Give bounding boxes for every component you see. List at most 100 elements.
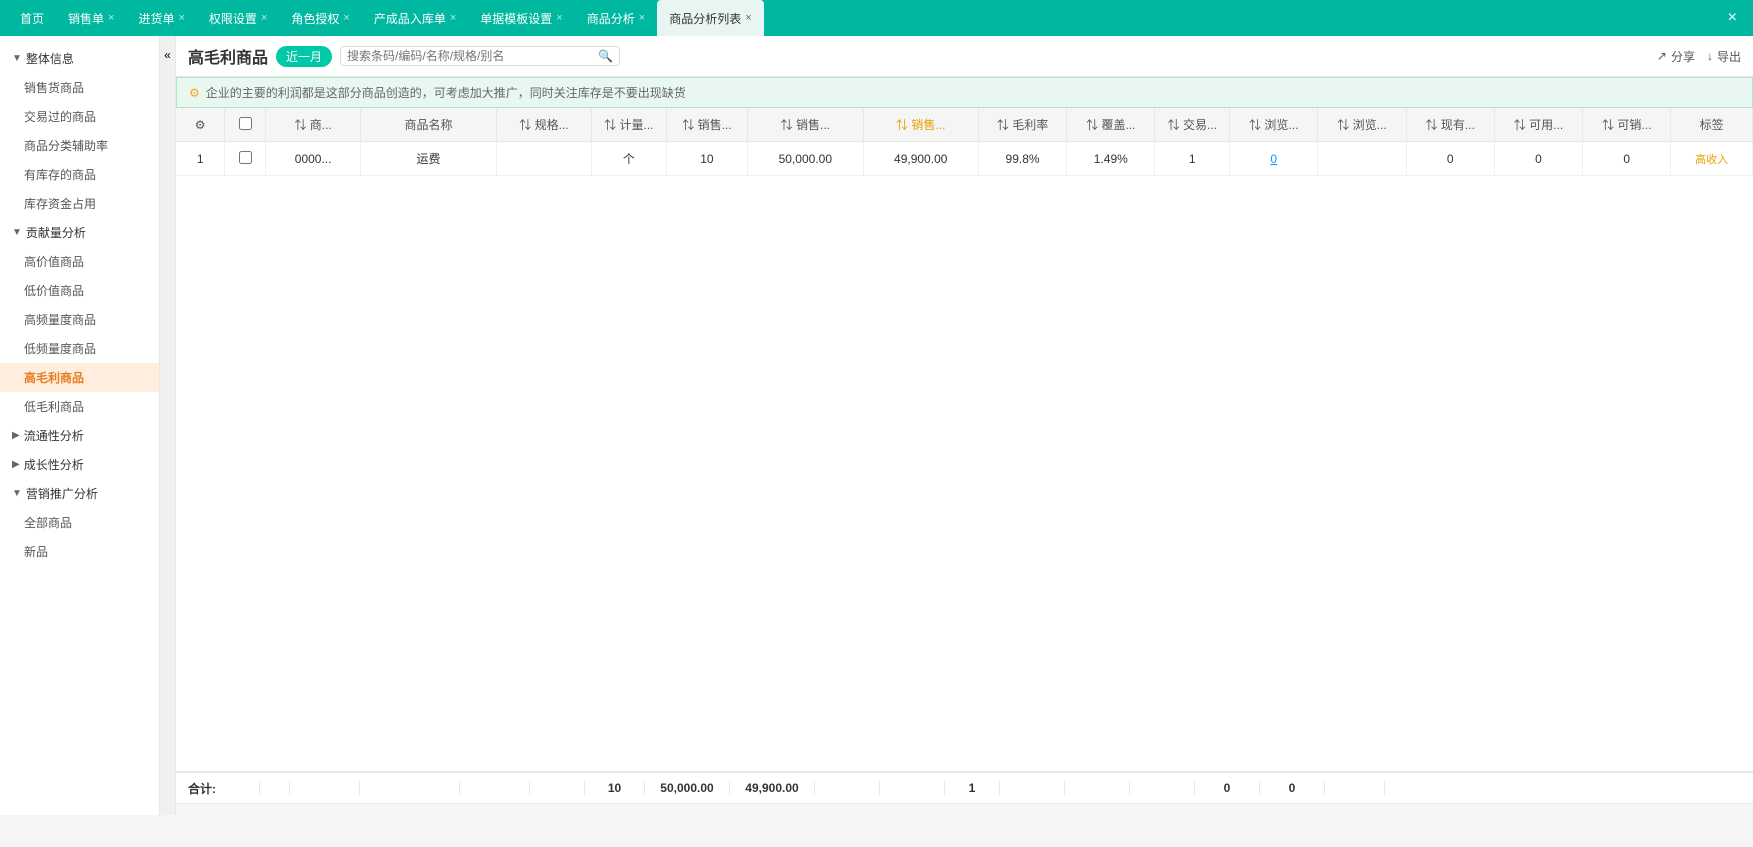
tab-permissions[interactable]: 权限设置 × [197,0,279,36]
col-header-settings[interactable]: ⚙ [176,108,225,142]
search-input[interactable] [347,49,594,63]
sort-icon: ⇅ [682,118,694,132]
sidebar-item-all-goods[interactable]: 全部商品 [0,508,159,537]
sidebar-group-growth[interactable]: ▶ 成长性分析 [0,450,159,479]
col-header-unit[interactable]: ⇅ 计量... [591,108,666,142]
col-header-avail[interactable]: ⇅ 可用... [1494,108,1582,142]
col-header-trade[interactable]: ⇅ 交易... [1155,108,1230,142]
col-header-browse2[interactable]: ⇅ 浏览... [1318,108,1406,142]
sidebar-item-sales-goods[interactable]: 销售货商品 [0,73,159,102]
footer-cell-unit [530,781,585,795]
cell-checkbox[interactable] [225,142,266,176]
footer-cell-sales-cost: 49,900.00 [730,781,815,795]
footer-cell-code [290,781,360,795]
export-button[interactable]: ↓ 导出 [1707,48,1741,65]
footer-cell-avail: 0 [1195,781,1260,795]
sidebar-item-low-value[interactable]: 低价值商品 [0,276,159,305]
footer-cell-name [360,781,460,795]
col-header-sell[interactable]: ⇅ 可销... [1583,108,1671,142]
close-icon[interactable]: × [343,12,349,24]
sidebar-group-overall[interactable]: ▼ 整体信息 [0,44,159,73]
footer-cell-tag [1325,781,1385,795]
tab-purchase[interactable]: 进货单 × [126,0,196,36]
cell-gross-rate: 99.8% [978,142,1066,176]
col-header-spec[interactable]: ⇅ 规格... [496,108,591,142]
col-header-name[interactable]: 商品名称 [361,108,497,142]
sidebar-item-high-margin[interactable]: 高毛利商品 [0,363,159,392]
col-header-code[interactable]: ⇅ 商... [266,108,361,142]
col-header-browse1[interactable]: ⇅ 浏览... [1230,108,1318,142]
tab-sales-order[interactable]: 销售单 × [56,0,126,36]
tab-home[interactable]: 首页 [8,0,56,36]
sidebar-item-low-freq[interactable]: 低频量度商品 [0,334,159,363]
col-header-checkbox[interactable] [225,108,266,142]
footer-cell-sales-amt: 50,000.00 [645,781,730,795]
col-header-cover[interactable]: ⇅ 覆盖... [1067,108,1155,142]
footer-cell-sell: 0 [1260,781,1325,795]
select-all-checkbox[interactable] [239,117,252,130]
arrow-right-icon: ▶ [12,430,20,441]
sidebar-item-capital[interactable]: 库存资金占用 [0,189,159,218]
col-header-gross-rate[interactable]: ⇅ 毛利率 [978,108,1066,142]
table-row: 1 0000... 运费 [176,142,1753,176]
col-header-tag[interactable]: 标签 [1671,108,1753,142]
close-icon[interactable]: × [261,12,267,24]
sidebar-group-assets[interactable]: ▼ 贡献量分析 [0,218,159,247]
sidebar-item-high-value[interactable]: 高价值商品 [0,247,159,276]
share-button[interactable]: ↗ 分享 [1657,48,1695,65]
close-icon[interactable]: × [178,12,184,24]
close-icon[interactable]: × [745,12,751,24]
close-all-button[interactable]: × [1720,9,1745,27]
close-icon[interactable]: × [108,12,114,24]
sidebar-item-category-help[interactable]: 商品分类辅助率 [0,131,159,160]
tab-roles[interactable]: 角色授权 × [279,0,361,36]
col-header-stock[interactable]: ⇅ 现有... [1406,108,1494,142]
footer-cell-cover [880,781,945,795]
row-checkbox[interactable] [239,151,252,164]
sidebar-collapse-button[interactable]: « [160,36,176,815]
bottom-scrollbar[interactable] [176,803,1753,815]
tab-analysis-list[interactable]: 商品分析列表 × [657,0,763,36]
search-box: 🔍 [340,46,620,66]
close-icon[interactable]: × [450,12,456,24]
export-icon: ↓ [1707,49,1713,63]
footer-cells: 10 50,000.00 49,900.00 1 0 0 [224,781,1741,795]
arrow-down-icon: ▼ [12,488,22,499]
sort-icon: ⇅ [1602,118,1614,132]
cell-browse2 [1318,142,1406,176]
col-header-sales-qty[interactable]: ⇅ 销售... [666,108,747,142]
tab-analysis[interactable]: 商品分析 × [575,0,657,36]
tab-template[interactable]: 单据模板设置 × [468,0,574,36]
footer-cell-idx [224,781,260,795]
sidebar-item-low-margin[interactable]: 低毛利商品 [0,392,159,421]
arrow-down-icon: ▼ [12,227,22,238]
footer-cell-trade: 1 [945,781,1000,795]
col-header-sales-cost[interactable]: ⇅ 销售... [863,108,978,142]
close-icon[interactable]: × [556,12,562,24]
cell-browse1[interactable]: 0 [1230,142,1318,176]
cell-stock: 0 [1406,142,1494,176]
filter-month-button[interactable]: 近一月 [276,46,332,67]
footer-cell-browse1 [1000,781,1065,795]
cell-sales-qty: 10 [666,142,747,176]
sidebar-item-new-goods[interactable]: 新品 [0,537,159,566]
cell-avail: 0 [1494,142,1582,176]
tab-products-in[interactable]: 产成品入库单 × [362,0,468,36]
sidebar-item-high-freq[interactable]: 高频量度商品 [0,305,159,334]
sidebar-item-traded-goods[interactable]: 交易过的商品 [0,102,159,131]
footer-cell-spec [460,781,530,795]
table-wrapper: ⚙ ⇅ 商... 商品名称 ⇅ [176,108,1753,771]
content-area: 高毛利商品 近一月 🔍 ↗ 分享 ↓ 导出 ⚙ 企业的主要的利润都是这部分商品创… [176,36,1753,815]
col-header-sales-amt[interactable]: ⇅ 销售... [748,108,863,142]
search-icon[interactable]: 🔍 [598,49,613,63]
sidebar-group-flow[interactable]: ▶ 流通性分析 [0,421,159,450]
top-nav: 首页 销售单 × 进货单 × 权限设置 × 角色授权 × 产成品入库单 × 单据… [0,0,1753,36]
close-icon[interactable]: × [639,12,645,24]
header-actions: ↗ 分享 ↓ 导出 [1657,48,1741,65]
footer-cell-chk [260,781,290,795]
data-table: ⚙ ⇅ 商... 商品名称 ⇅ [176,108,1753,176]
sidebar-group-marketing[interactable]: ▼ 营销推广分析 [0,479,159,508]
cell-cover: 1.49% [1067,142,1155,176]
sidebar-item-stock-goods[interactable]: 有库存的商品 [0,160,159,189]
footer-cell-browse2 [1065,781,1130,795]
